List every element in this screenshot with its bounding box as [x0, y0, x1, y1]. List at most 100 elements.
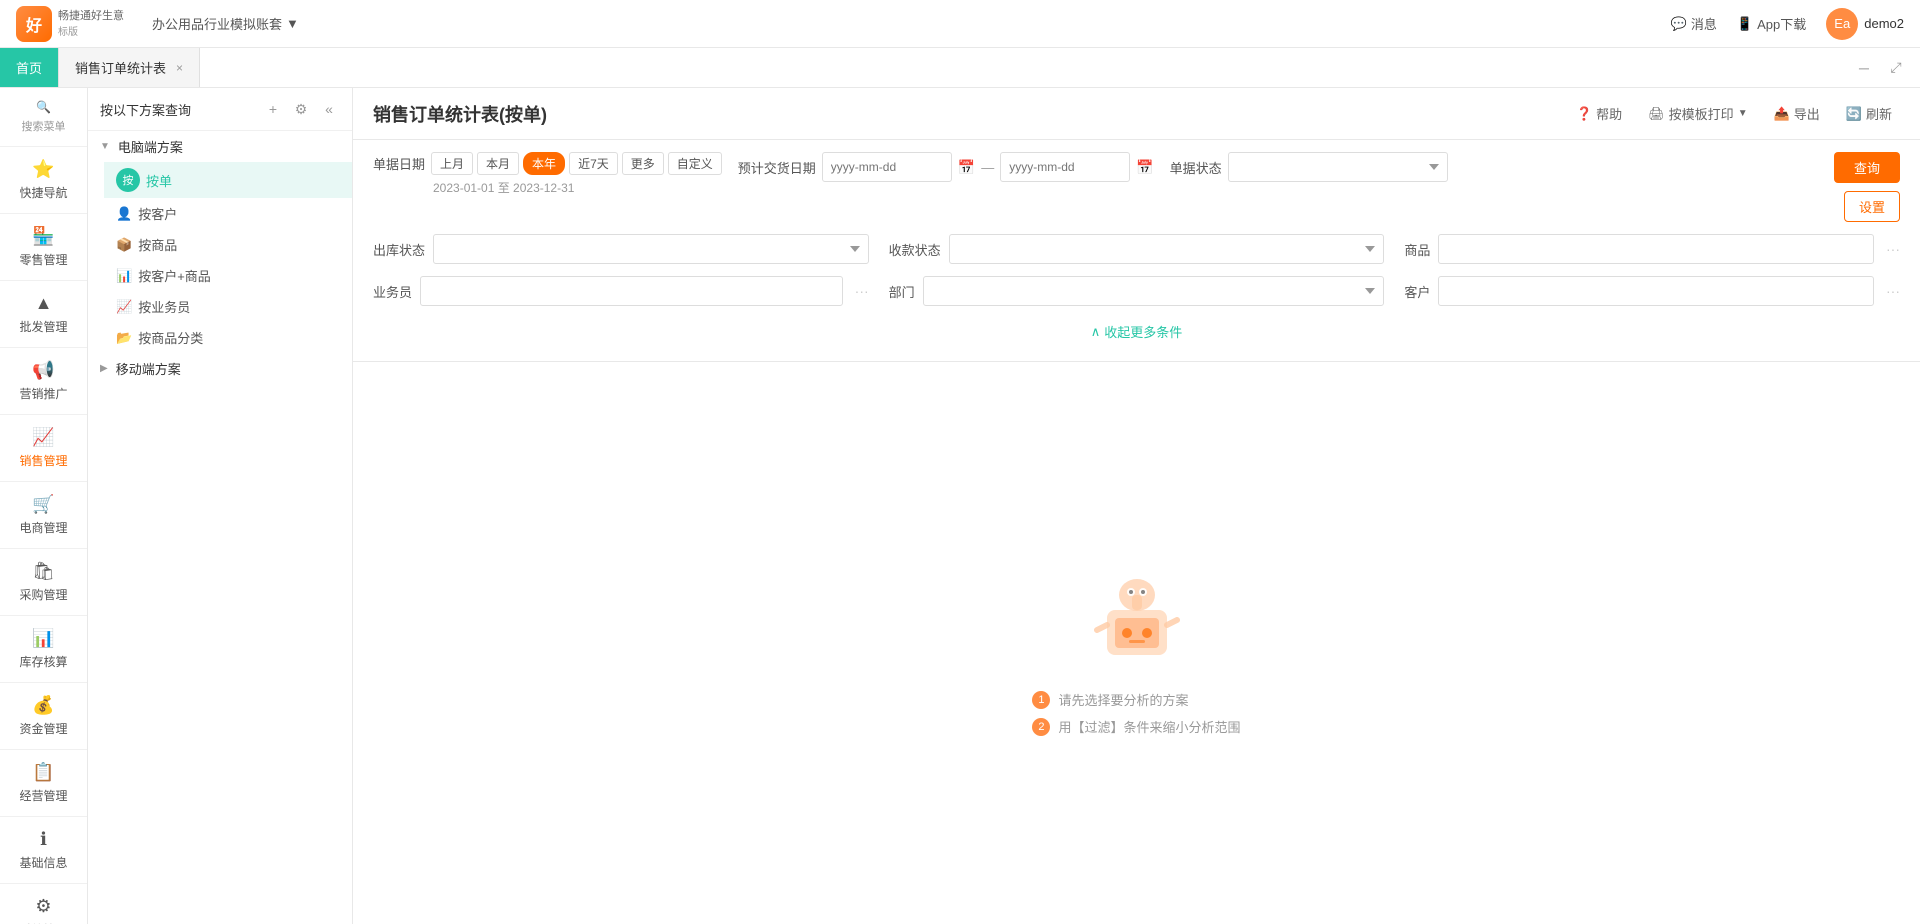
cust-prod-icon: 📊 [116, 268, 132, 284]
finance-icon: 💰 [32, 695, 54, 716]
export-button[interactable]: 📤 导出 [1766, 100, 1828, 127]
customer-label: 客户 [1404, 282, 1430, 301]
sidebar-item-ecommerce[interactable]: 🛒 电商管理 [0, 482, 87, 549]
refresh-button[interactable]: 🔄 刷新 [1838, 100, 1900, 127]
doc-status-select[interactable] [1228, 152, 1448, 182]
template-print-label: 按模板打印 [1669, 104, 1734, 123]
template-print-button[interactable]: 🖨 按模板打印 ▼ [1640, 100, 1755, 127]
sidebar-item-purchase[interactable]: 🛍 采购管理 [0, 549, 87, 616]
expected-date-from-input[interactable] [822, 152, 952, 182]
sidebar-item-inventory[interactable]: 📊 库存核算 [0, 616, 87, 683]
tree-item-product[interactable]: 📦 按商品 [104, 229, 352, 260]
collapse-chevron-icon: ∧ [1091, 324, 1101, 340]
tabbar-fullscreen-icon[interactable]: ⤢ [1884, 56, 1908, 80]
collapse-bar[interactable]: ∧ 收起更多条件 [373, 314, 1900, 349]
avatar: Ea [1826, 8, 1858, 40]
sidebar-item-finance[interactable]: 💰 资金管理 [0, 683, 87, 750]
sidebar-item-system[interactable]: ⚙ 系统管理 [0, 884, 87, 924]
empty-illustration [1077, 550, 1197, 670]
date-btn-custom[interactable]: 自定义 [668, 152, 722, 175]
inventory-icon: 📊 [32, 628, 54, 649]
product-tree-icon: 📦 [116, 237, 132, 253]
sidebar-search-label: 搜索菜单 [22, 118, 66, 134]
date-btn-more[interactable]: 更多 [622, 152, 664, 175]
date-btn-last-7days[interactable]: 近7天 [569, 152, 618, 175]
add-scheme-button[interactable]: + [262, 98, 284, 120]
tab-close-icon[interactable]: × [176, 61, 183, 75]
query-button[interactable]: 查询 [1834, 152, 1900, 183]
sidebar-item-sales[interactable]: 📈 销售管理 [0, 415, 87, 482]
tab-home-label: 首页 [16, 58, 42, 77]
page-title-row: 销售订单统计表(按单) ❓ 帮助 🖨 按模板打印 ▼ 📤 [373, 100, 1900, 127]
delivery-status-label: 出库状态 [373, 240, 425, 259]
filter-row-2: 出库状态 收款状态 商品 ··· [373, 234, 1900, 264]
filter-row-3: 业务员 ··· 部门 客户 ··· [373, 276, 1900, 306]
expand-icon: ▼ [100, 141, 110, 152]
calendar-to-icon[interactable]: 📅 [1136, 159, 1153, 176]
help-button[interactable]: ❓ 帮助 [1568, 100, 1630, 127]
scheme-settings-button[interactable]: ⚙ [290, 98, 312, 120]
expected-date-to-input[interactable] [1000, 152, 1130, 182]
ecommerce-icon: 🛒 [32, 494, 54, 515]
salesman-group: 业务员 ··· [373, 276, 869, 306]
sidebar-item-retail[interactable]: 🏪 零售管理 [0, 214, 87, 281]
filter-expected-date-group: 预计交货日期 📅 — 📅 [738, 152, 1154, 182]
customer-input[interactable] [1438, 276, 1874, 306]
sidebar-item-quick-nav[interactable]: ⭐ 快捷导航 [0, 147, 87, 214]
gear-icon: ⚙ [295, 101, 308, 118]
user-area[interactable]: Ea demo2 [1826, 8, 1904, 40]
user-name: demo2 [1864, 16, 1904, 31]
product-filter-input[interactable] [1438, 234, 1874, 264]
delivery-status-select[interactable] [433, 234, 869, 264]
tree-item-order-label: 按单 [146, 171, 172, 190]
logo-icon: 好 [16, 6, 52, 42]
app-download-button[interactable]: 📱 App下载 [1737, 14, 1806, 33]
tabbar-minimize-icon[interactable]: ─ [1852, 56, 1876, 80]
payment-status-select[interactable] [949, 234, 1385, 264]
sidebar-item-wholesale[interactable]: ▲ 批发管理 [0, 281, 87, 348]
sidebar-item-basic[interactable]: ℹ 基础信息 [0, 817, 87, 884]
tree-item-salesman[interactable]: 📈 按业务员 [104, 291, 352, 322]
department-select[interactable] [923, 276, 1385, 306]
tree-item-prod-cat[interactable]: 📂 按商品分类 [104, 322, 352, 353]
topbar-left: 好 畅捷通好生意 标版 办公用品行业模拟账套 ▼ [16, 6, 299, 42]
tree-item-cust-prod[interactable]: 📊 按客户+商品 [104, 260, 352, 291]
mobile-section-label: 移动端方案 [116, 359, 181, 378]
industry-selector[interactable]: 办公用品行业模拟账套 ▼ [152, 14, 299, 33]
tip-text-2: 用【过滤】条件来缩小分析范围 [1058, 717, 1240, 736]
customer-more-icon[interactable]: ··· [1886, 283, 1900, 299]
doc-status-label: 单据状态 [1170, 158, 1222, 177]
product-more-icon[interactable]: ··· [1886, 241, 1900, 257]
query-btn-area: 查询 设置 [1834, 152, 1900, 222]
tab-home[interactable]: 首页 [0, 48, 58, 87]
filter-date-group: 单据日期 上月 本月 本年 近7天 更多 自定义 2023-01-01 至 20… [373, 152, 722, 196]
sidebar-search-area[interactable]: 🔍 搜索菜单 [0, 88, 87, 147]
sidebar-sales-label: 销售管理 [19, 452, 67, 469]
sidebar-item-marketing[interactable]: 📢 营销推广 [0, 348, 87, 415]
tab-sales-order-stats[interactable]: 销售订单统计表 × [58, 48, 200, 87]
right-panel: 销售订单统计表(按单) ❓ 帮助 🖨 按模板打印 ▼ 📤 [353, 88, 1920, 924]
tree-item-order[interactable]: 按 按单 [104, 162, 352, 198]
salesman-input[interactable] [420, 276, 843, 306]
collapse-panel-button[interactable]: « [318, 98, 340, 120]
chevron-down-icon: ▼ [286, 16, 299, 31]
calendar-from-icon[interactable]: 📅 [958, 159, 975, 176]
department-label: 部门 [889, 282, 915, 301]
tree-item-cust-prod-label: 按客户+商品 [138, 266, 211, 285]
date-btn-this-year[interactable]: 本年 [523, 152, 565, 175]
tree-item-customer[interactable]: 👤 按客户 [104, 198, 352, 229]
date-range-display: 2023-01-01 至 2023-12-31 [373, 179, 722, 196]
basic-icon: ℹ [40, 829, 47, 850]
left-panel: 按以下方案查询 + ⚙ « ▼ 电脑端方案 [88, 88, 353, 924]
salesman-more-icon[interactable]: ··· [855, 283, 869, 299]
tree-mobile-label[interactable]: ▶ 移动端方案 [88, 353, 352, 384]
tree-item-customer-label: 按客户 [138, 204, 177, 223]
message-button[interactable]: 💬 消息 [1671, 14, 1717, 33]
date-btn-last-month[interactable]: 上月 [431, 152, 473, 175]
logo-main-text: 畅捷通好生意 [58, 9, 124, 23]
tree-pc-label[interactable]: ▼ 电脑端方案 [88, 131, 352, 162]
sidebar-ecommerce-label: 电商管理 [19, 519, 67, 536]
date-btn-this-month[interactable]: 本月 [477, 152, 519, 175]
sidebar-item-operation[interactable]: 📋 经营管理 [0, 750, 87, 817]
settings-button[interactable]: 设置 [1844, 191, 1900, 222]
